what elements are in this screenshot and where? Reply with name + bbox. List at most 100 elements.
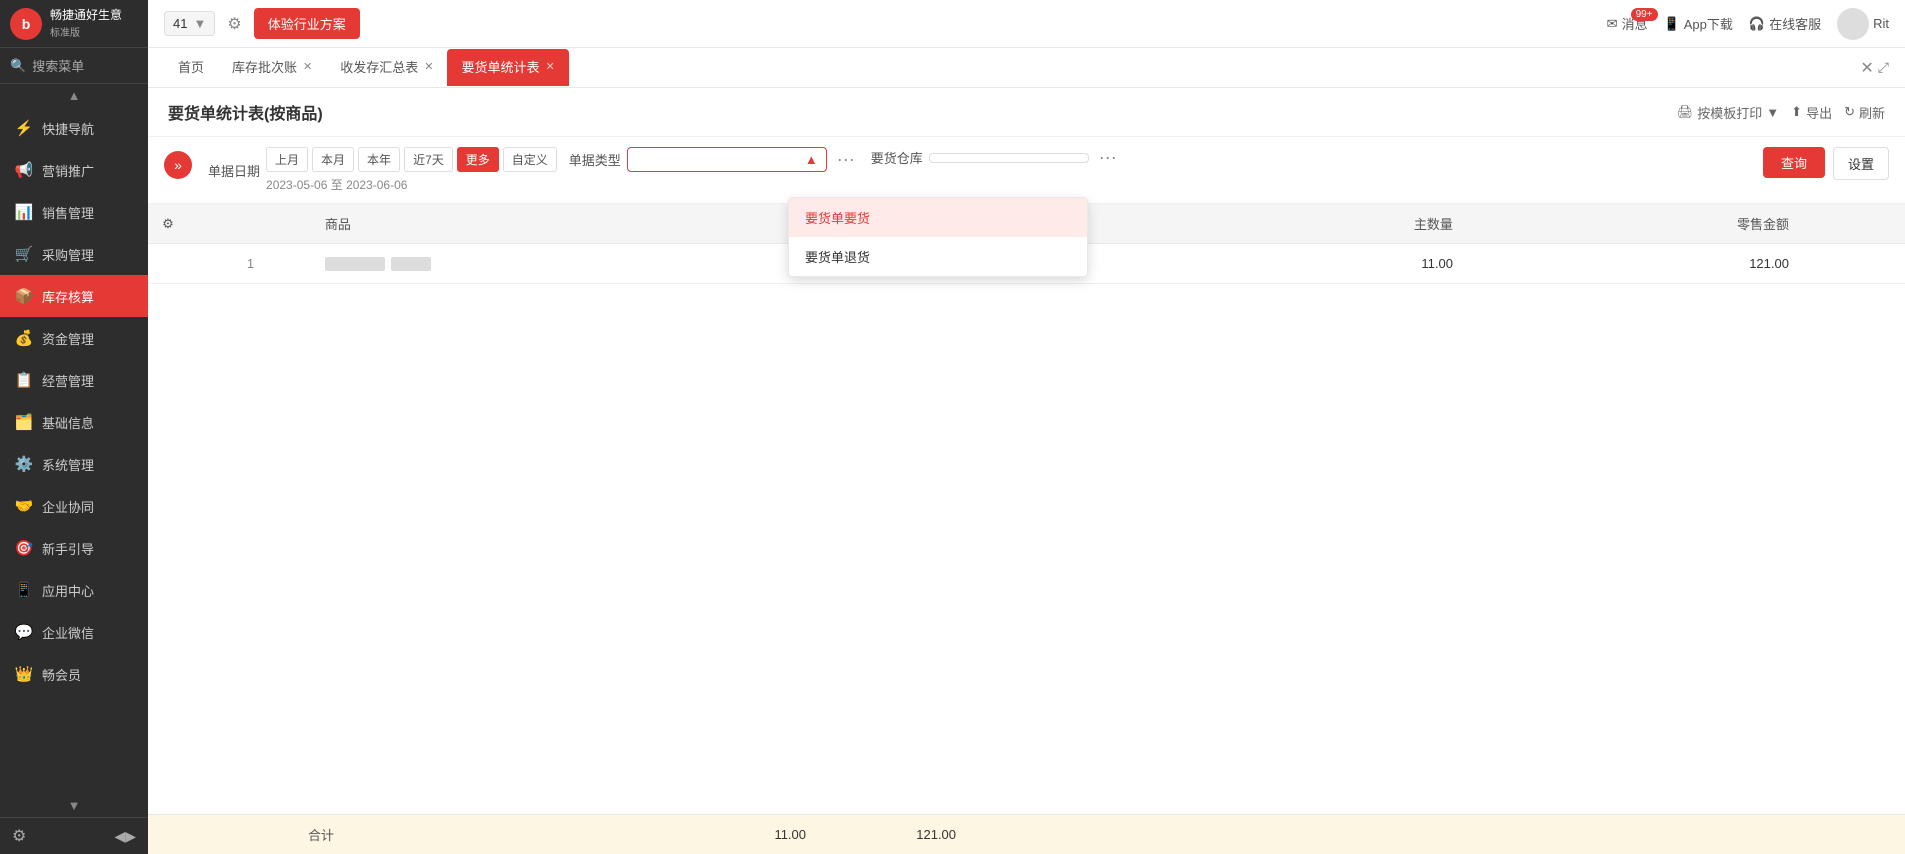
marketing-icon: 📢 [14, 160, 34, 180]
sidebar-item-label: 基础信息 [42, 413, 94, 432]
tab-collect-summary-close[interactable]: ✕ [424, 60, 433, 73]
sidebar: b 畅捷通好生意 标准版 🔍 搜索菜单 ▲ ⚡ 快捷导航 📢 营销推广 📊 销售… [0, 0, 148, 854]
sidebar-item-enterprise[interactable]: 🤝 企业协同 [0, 485, 148, 527]
online-service-item[interactable]: 🎧 在线客服 [1749, 14, 1821, 33]
footer-quantity: 11.00 [626, 827, 826, 842]
dropdown-item-order-return[interactable]: 要货单退货 [789, 237, 1087, 276]
export-action[interactable]: ⬆ 导出 [1791, 103, 1832, 122]
tab-order-stats-close[interactable]: ✕ [546, 60, 555, 73]
settings-icon[interactable]: ⚙ [162, 216, 174, 231]
filter-expand-btn[interactable]: » [164, 151, 192, 179]
enterprise-icon: 🤝 [14, 496, 34, 516]
filter-actions: 查询 设置 [1763, 147, 1889, 180]
sidebar-item-sales[interactable]: 📊 销售管理 [0, 191, 148, 233]
tab-collect-summary-label: 收发存汇总表 [340, 57, 418, 76]
sidebar-item-member[interactable]: 👑 畅会员 [0, 653, 148, 695]
filter-warehouse-item: 要货仓库 ··· [871, 147, 1121, 168]
sidebar-item-label: 资金管理 [42, 329, 94, 348]
date-btn-last-month[interactable]: 上月 [266, 147, 308, 172]
td-product [313, 244, 833, 284]
sidebar-item-label: 畅会员 [42, 665, 81, 684]
main-content: 41 ▼ ⚙ 体验行业方案 ✉ 消息 99+ 📱 App下载 🎧 在线客服 Ri… [148, 0, 1905, 854]
collapse-toggle[interactable]: ◀▶ [114, 828, 136, 845]
sidebar-item-wechat[interactable]: 💬 企业微信 [0, 611, 148, 653]
sidebar-bottom: ⚙ ◀▶ [0, 817, 148, 854]
sidebar-item-quick-nav[interactable]: ⚡ 快捷导航 [0, 107, 148, 149]
settings-button[interactable]: 设置 [1833, 147, 1889, 180]
user-avatar-item[interactable]: Rit [1837, 8, 1889, 40]
sidebar-item-label: 经营管理 [42, 371, 94, 390]
wechat-icon: 💬 [14, 622, 34, 642]
sales-icon: 📊 [14, 202, 34, 222]
dropdown-item-order-goods[interactable]: 要货单要货 [789, 198, 1087, 237]
sidebar-search[interactable]: 🔍 搜索菜单 [0, 48, 148, 84]
tab-collect-summary[interactable]: 收发存汇总表 ✕ [326, 49, 447, 86]
sidebar-item-operations[interactable]: 📋 经营管理 [0, 359, 148, 401]
notification-item[interactable]: ✉ 消息 99+ [1607, 14, 1648, 33]
tab-order-stats[interactable]: 要货单统计表 ✕ [447, 49, 568, 86]
footer-amount: 121.00 [826, 827, 976, 842]
th-quantity: 主数量 [1189, 204, 1473, 244]
tabs-close-all[interactable]: ✕ [1860, 58, 1873, 78]
breadcrumb-value: 41 [173, 16, 187, 31]
trial-btn[interactable]: 体验行业方案 [254, 8, 360, 39]
date-btn-7days[interactable]: 近7天 [404, 147, 453, 172]
tab-inventory-batch[interactable]: 库存批次账 ✕ [218, 49, 326, 86]
tab-inventory-batch-close[interactable]: ✕ [303, 60, 312, 73]
doctype-select[interactable]: ▲ [627, 147, 827, 172]
logo-sub: 标准版 [50, 24, 122, 39]
sidebar-menu: ⚡ 快捷导航 📢 营销推广 📊 销售管理 🛒 采购管理 📦 库存核算 💰 资金管… [0, 107, 148, 794]
search-icon: 🔍 [10, 58, 26, 74]
th-settings[interactable]: ⚙ [148, 204, 188, 244]
date-btn-more[interactable]: 更多 [457, 147, 499, 172]
sidebar-item-label: 应用中心 [42, 581, 94, 600]
warehouse-select[interactable] [929, 153, 1089, 163]
logo-icon: b [10, 8, 42, 40]
settings-icon[interactable]: ⚙ [12, 826, 26, 846]
online-service-label: 在线客服 [1769, 14, 1821, 33]
doctype-dropdown: 要货单要货 要货单退货 [788, 197, 1088, 277]
sidebar-item-finance[interactable]: 💰 资金管理 [0, 317, 148, 359]
sidebar-item-label: 采购管理 [42, 245, 94, 264]
date-btn-this-month[interactable]: 本月 [312, 147, 354, 172]
app-download-item[interactable]: 📱 App下载 [1664, 14, 1733, 33]
sidebar-item-appstore[interactable]: 📱 应用中心 [0, 569, 148, 611]
query-button[interactable]: 查询 [1763, 147, 1825, 178]
filter-bar: » 单据日期 上月 本月 本年 近7天 更多 自定义 [148, 137, 1905, 204]
sidebar-item-marketing[interactable]: 📢 营销推广 [0, 149, 148, 191]
sidebar-item-label: 新手引导 [42, 539, 94, 558]
sidebar-item-label: 系统管理 [42, 455, 94, 474]
sidebar-item-purchase[interactable]: 🛒 采购管理 [0, 233, 148, 275]
sidebar-item-label: 快捷导航 [42, 119, 94, 138]
warehouse-label: 要货仓库 [871, 148, 923, 167]
tab-order-stats-label: 要货单统计表 [461, 57, 539, 76]
appstore-icon: 📱 [14, 580, 34, 600]
print-icon: 🖨 [1677, 104, 1694, 120]
sidebar-scroll-down[interactable]: ▼ [0, 794, 148, 817]
date-btn-custom[interactable]: 自定义 [503, 147, 557, 172]
user-name: Rit [1873, 16, 1889, 31]
date-btn-this-year[interactable]: 本年 [358, 147, 400, 172]
sidebar-item-label: 库存核算 [42, 287, 94, 306]
th-extra [1809, 204, 1905, 244]
refresh-action[interactable]: ↻ 刷新 [1844, 103, 1885, 122]
topbar-settings-icon[interactable]: ⚙ [227, 14, 241, 34]
topbar: 41 ▼ ⚙ 体验行业方案 ✉ 消息 99+ 📱 App下载 🎧 在线客服 Ri… [148, 0, 1905, 48]
page-header-actions: 🖨 按模板打印 ▼ ⬆ 导出 ↻ 刷新 [1677, 103, 1885, 122]
tab-home[interactable]: 首页 [164, 49, 218, 86]
page-header: 要货单统计表(按商品) 🖨 按模板打印 ▼ ⬆ 导出 ↻ 刷新 [148, 88, 1905, 137]
warehouse-more[interactable]: ··· [1095, 147, 1121, 168]
sidebar-item-guide[interactable]: 🎯 新手引导 [0, 527, 148, 569]
sidebar-scroll-up[interactable]: ▲ [0, 84, 148, 107]
sidebar-item-basic[interactable]: 🗂️ 基础信息 [0, 401, 148, 443]
print-template-action[interactable]: 🖨 按模板打印 ▼ [1677, 103, 1779, 122]
sidebar-item-inventory[interactable]: 📦 库存核算 [0, 275, 148, 317]
doctype-more[interactable]: ··· [833, 149, 859, 170]
sidebar-item-system[interactable]: ⚙️ 系统管理 [0, 443, 148, 485]
breadcrumb-input[interactable]: 41 ▼ [164, 11, 215, 36]
table-wrapper: ⚙ 商品 主计量单位 主数量 零售金额 1 [148, 204, 1905, 814]
quick-nav-icon: ⚡ [14, 118, 34, 138]
product-name [325, 257, 821, 271]
tabs-expand[interactable]: ⤢ [1878, 59, 1889, 76]
page-content: 要货单统计表(按商品) 🖨 按模板打印 ▼ ⬆ 导出 ↻ 刷新 [148, 88, 1905, 854]
